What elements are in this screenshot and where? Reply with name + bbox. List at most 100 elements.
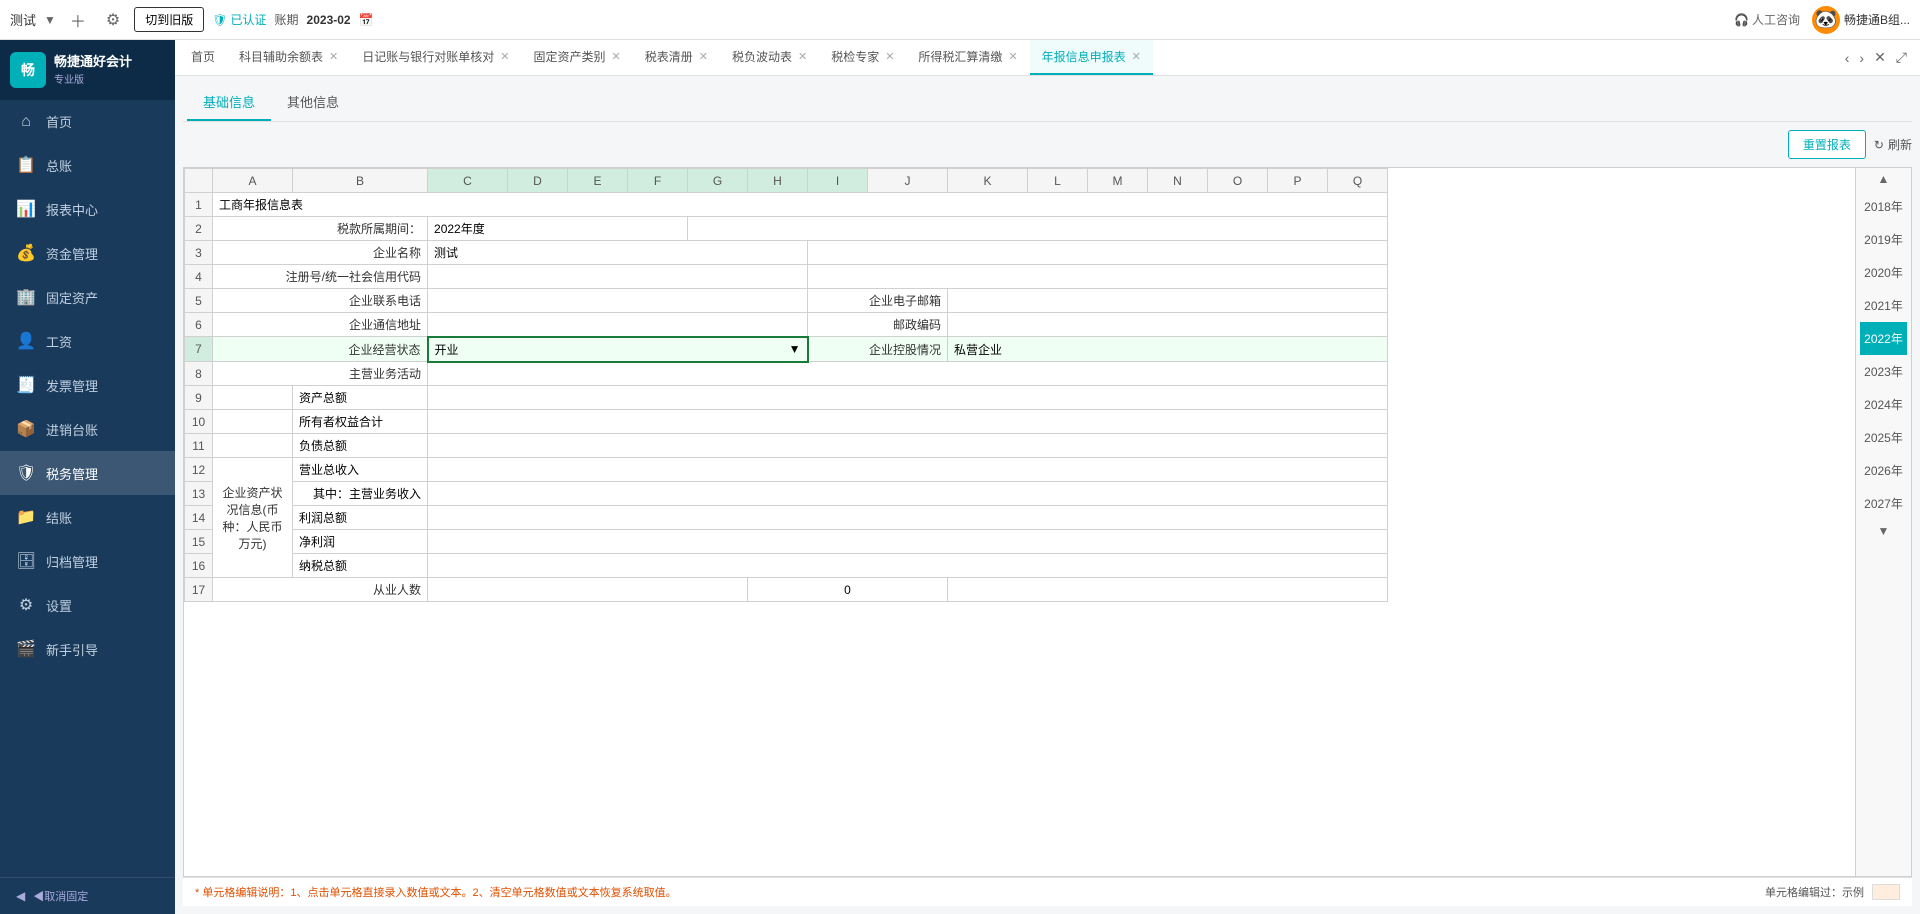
tab-close-icon[interactable]: ✕ <box>885 50 894 63</box>
col-header-p[interactable]: P <box>1268 169 1328 193</box>
tab-close-icon[interactable]: ✕ <box>1132 50 1141 63</box>
sidebar-item-purchase-sales[interactable]: 📦进销台账 <box>0 407 175 451</box>
tab-item[interactable]: 税检专家✕ <box>819 40 906 75</box>
col-header-l[interactable]: L <box>1028 169 1088 193</box>
guide-icon: 🎬 <box>16 639 36 659</box>
tab-label: 所得税汇算清缴 <box>918 48 1002 65</box>
tab-close-icon[interactable]: ✕ <box>329 50 338 63</box>
business-status-dropdown[interactable]: 开业 ▼ <box>435 341 801 358</box>
tab-item[interactable]: 税表清册✕ <box>633 40 720 75</box>
col-header-j[interactable]: J <box>868 169 948 193</box>
sidebar-item-close-account[interactable]: 📁结账 <box>0 495 175 539</box>
sidebar-item-reports[interactable]: 📊报表中心 <box>0 187 175 231</box>
dropdown-arrow[interactable]: ▼ <box>44 13 56 27</box>
sidebar-item-label: 税务管理 <box>46 464 98 483</box>
tab-prev-button[interactable]: ‹ <box>1842 47 1853 69</box>
table-row: 2 税款所属期间： 2022年度 <box>185 217 1388 241</box>
sidebar-item-invoice[interactable]: 🧾发票管理 <box>0 363 175 407</box>
switch-old-button[interactable]: 切到旧版 <box>134 7 204 32</box>
sidebar-item-funds[interactable]: 💰资金管理 <box>0 231 175 275</box>
period-value: 2023-02 <box>307 13 351 27</box>
year-item[interactable]: 2025年 <box>1860 421 1907 454</box>
col-header-c[interactable]: C <box>428 169 508 193</box>
service-button[interactable]: 🎧 人工咨询 <box>1734 11 1800 28</box>
col-header-i[interactable]: I <box>808 169 868 193</box>
sidebar-item-ledger[interactable]: 📋总账 <box>0 143 175 187</box>
table-row: 13 其中：主营业务收入 <box>185 482 1388 506</box>
col-header-b[interactable]: B <box>293 169 428 193</box>
col-header-e[interactable]: E <box>568 169 628 193</box>
year-scroll-down-button[interactable]: ▼ <box>1856 520 1911 542</box>
refresh-button[interactable]: ↻ 刷新 <box>1874 136 1912 153</box>
tab-item[interactable]: 年报信息申报表✕ <box>1030 40 1153 75</box>
app-title: 测试 <box>10 10 36 29</box>
tab-next-button[interactable]: › <box>1856 47 1867 69</box>
add-tab-button[interactable]: ＋ <box>64 6 92 34</box>
year-scroll-up-button[interactable]: ▲ <box>1856 168 1911 190</box>
sub-tab-其他信息[interactable]: 其他信息 <box>271 84 355 121</box>
col-header-m[interactable]: M <box>1088 169 1148 193</box>
year-item[interactable]: 2018年 <box>1860 190 1907 223</box>
sidebar-item-salary[interactable]: 👤工资 <box>0 319 175 363</box>
tab-close-icon[interactable]: ✕ <box>699 50 708 63</box>
sidebar-item-archive[interactable]: 🗄归档管理 <box>0 539 175 583</box>
table-row: 17 从业人数 0 <box>185 578 1388 602</box>
table-row: 16 纳税总额 <box>185 554 1388 578</box>
archive-icon: 🗄 <box>16 551 36 571</box>
sidebar-item-guide[interactable]: 🎬新手引导 <box>0 627 175 671</box>
tab-item[interactable]: 科目辅助余额表✕ <box>227 40 350 75</box>
pin-button[interactable]: ◀ ◀取消固定 <box>0 877 175 914</box>
tab-close-icon[interactable]: ✕ <box>1008 50 1017 63</box>
user-menu[interactable]: 🐼 畅捷通B组... <box>1812 6 1910 34</box>
col-header-h[interactable]: H <box>748 169 808 193</box>
tab-expand-button[interactable]: ⤢ <box>1893 46 1910 69</box>
spreadsheet-wrapper: A B C D E F G H I J K L <box>183 167 1912 877</box>
table-row: 1 工商年报信息表 <box>185 193 1388 217</box>
year-item[interactable]: 2026年 <box>1860 454 1907 487</box>
logo-icon: 畅 <box>10 52 46 88</box>
tab-close-button[interactable]: ✕ <box>1871 46 1889 69</box>
year-item[interactable]: 2024年 <box>1860 388 1907 421</box>
sidebar-item-tax[interactable]: 🛡税务管理 <box>0 451 175 495</box>
col-header-n[interactable]: N <box>1148 169 1208 193</box>
tab-item[interactable]: 首页 <box>179 40 227 75</box>
col-header-o[interactable]: O <box>1208 169 1268 193</box>
tab-label: 日记账与银行对账单核对 <box>362 48 494 65</box>
shield-icon: 🛡 <box>212 13 227 27</box>
year-item[interactable]: 2027年 <box>1860 487 1907 520</box>
sidebar-item-home[interactable]: ⌂首页 <box>0 100 175 143</box>
year-item[interactable]: 2019年 <box>1860 223 1907 256</box>
col-header-d[interactable]: D <box>508 169 568 193</box>
sidebar-item-settings[interactable]: ⚙设置 <box>0 583 175 627</box>
col-header-g[interactable]: G <box>688 169 748 193</box>
year-item[interactable]: 2022年 <box>1860 322 1907 355</box>
sidebar: 畅 畅捷通好会计 专业版 ⌂首页📋总账📊报表中心💰资金管理🏢固定资产👤工资🧾发票… <box>0 40 175 914</box>
headset-icon: 🎧 <box>1734 13 1749 27</box>
tab-item[interactable]: 日记账与银行对账单核对 ✕ <box>350 40 521 75</box>
table-row: 12 企业资产状况信息(币种：人民币万元) 营业总收入 <box>185 458 1388 482</box>
tab-item[interactable]: 税负波动表✕ <box>720 40 819 75</box>
funds-icon: 💰 <box>16 243 36 263</box>
tab-item[interactable]: 所得税汇算清缴 ✕ <box>906 40 1029 75</box>
sheet-title-cell[interactable]: 工商年报信息表 <box>213 193 1388 217</box>
tab-close-icon[interactable]: ✕ <box>798 50 807 63</box>
tab-close-icon[interactable]: ✕ <box>500 50 509 63</box>
settings-icon-button[interactable]: ⚙ <box>100 8 126 32</box>
reset-report-button[interactable]: 重置报表 <box>1788 130 1866 159</box>
col-header-f[interactable]: F <box>628 169 688 193</box>
spreadsheet-area[interactable]: A B C D E F G H I J K L <box>184 168 1855 876</box>
col-header-a[interactable]: A <box>213 169 293 193</box>
year-item[interactable]: 2020年 <box>1860 256 1907 289</box>
sidebar-item-label: 发票管理 <box>46 376 98 395</box>
col-header-k[interactable]: K <box>948 169 1028 193</box>
sub-tab-基础信息[interactable]: 基础信息 <box>187 84 271 121</box>
tab-bar-items: 首页科目辅助余额表✕日记账与银行对账单核对✕固定资产类别✕税表清册✕税负波动表✕… <box>179 40 1836 75</box>
bottom-bar-right: 单元格编辑过：示例 <box>1765 884 1900 900</box>
year-item[interactable]: 2021年 <box>1860 289 1907 322</box>
tab-item[interactable]: 固定资产类别✕ <box>521 40 632 75</box>
calendar-icon[interactable]: 📅 <box>359 13 374 27</box>
tab-close-icon[interactable]: ✕ <box>612 50 621 63</box>
sidebar-item-fixed-assets[interactable]: 🏢固定资产 <box>0 275 175 319</box>
col-header-q[interactable]: Q <box>1328 169 1388 193</box>
year-item[interactable]: 2023年 <box>1860 355 1907 388</box>
